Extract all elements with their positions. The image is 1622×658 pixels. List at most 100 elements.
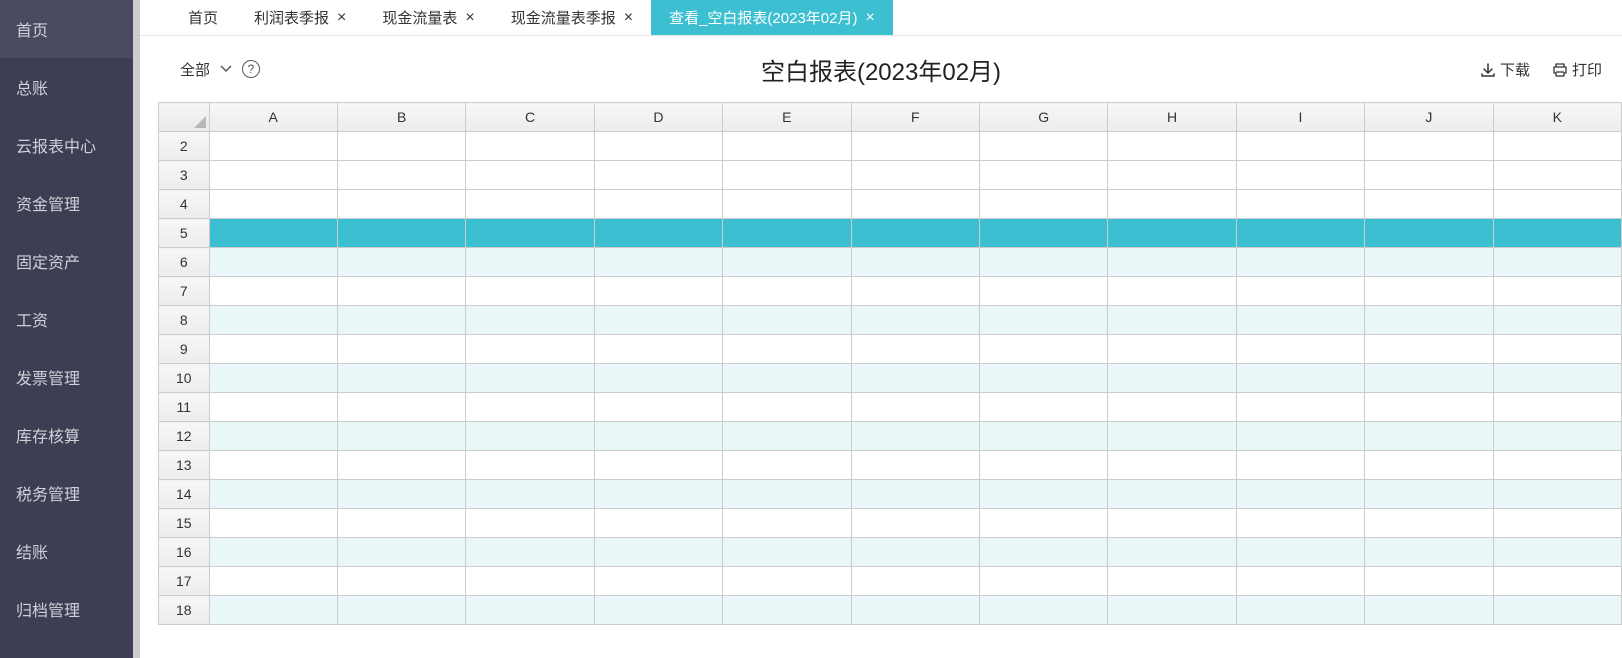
cell[interactable] [723,451,851,480]
cell[interactable] [1365,596,1493,625]
cell[interactable] [979,393,1107,422]
cell[interactable] [851,132,979,161]
cell[interactable] [979,132,1107,161]
cell[interactable] [1365,538,1493,567]
sidebar-item[interactable]: 库存核算 [0,406,133,464]
cell[interactable] [594,509,722,538]
cell[interactable] [209,509,337,538]
cell[interactable] [1108,422,1236,451]
row-header[interactable]: 2 [159,132,210,161]
cell[interactable] [1236,364,1364,393]
cell[interactable] [337,132,465,161]
cell[interactable] [723,161,851,190]
cell[interactable] [466,190,594,219]
cell[interactable] [1236,132,1364,161]
cell[interactable] [594,335,722,364]
cell[interactable] [1236,219,1364,248]
cell[interactable] [337,306,465,335]
cell[interactable] [851,422,979,451]
column-header[interactable]: B [337,103,465,132]
sidebar-item[interactable]: 云报表中心 [0,116,133,174]
sidebar-item[interactable]: 资金管理 [0,174,133,232]
cell[interactable] [1365,277,1493,306]
cell[interactable] [1493,567,1621,596]
cell[interactable] [1365,567,1493,596]
cell[interactable] [1108,480,1236,509]
sidebar-item[interactable]: 首页 [0,0,133,58]
cell[interactable] [1365,422,1493,451]
cell[interactable] [979,451,1107,480]
row-header[interactable]: 3 [159,161,210,190]
cell[interactable] [723,509,851,538]
cell[interactable] [1236,306,1364,335]
cell[interactable] [1108,335,1236,364]
cell[interactable] [337,393,465,422]
column-header[interactable]: G [979,103,1107,132]
cell[interactable] [1236,248,1364,277]
column-header[interactable]: I [1236,103,1364,132]
row-header[interactable]: 5 [159,219,210,248]
cell[interactable] [337,451,465,480]
cell[interactable] [337,596,465,625]
cell[interactable] [851,190,979,219]
tab[interactable]: 利润表季报× [236,0,364,35]
cell[interactable] [209,306,337,335]
cell[interactable] [1236,451,1364,480]
cell[interactable] [466,335,594,364]
sidebar-scrollbar[interactable] [133,0,140,658]
cell[interactable] [979,161,1107,190]
cell[interactable] [723,422,851,451]
column-header[interactable]: H [1108,103,1236,132]
cell[interactable] [1236,393,1364,422]
cell[interactable] [1236,538,1364,567]
cell[interactable] [723,538,851,567]
cell[interactable] [723,596,851,625]
cell[interactable] [209,538,337,567]
cell[interactable] [1493,509,1621,538]
row-header[interactable]: 7 [159,277,210,306]
row-header[interactable]: 14 [159,480,210,509]
cell[interactable] [723,567,851,596]
cell[interactable] [466,480,594,509]
cell[interactable] [979,219,1107,248]
cell[interactable] [851,248,979,277]
cell[interactable] [337,480,465,509]
cell[interactable] [979,364,1107,393]
sidebar-item[interactable]: 发票管理 [0,348,133,406]
cell[interactable] [1236,509,1364,538]
cell[interactable] [723,364,851,393]
row-header[interactable]: 9 [159,335,210,364]
cell[interactable] [337,538,465,567]
cell[interactable] [723,248,851,277]
row-header[interactable]: 6 [159,248,210,277]
close-icon[interactable]: × [865,10,874,26]
sidebar-item[interactable]: 结账 [0,522,133,580]
row-header[interactable]: 15 [159,509,210,538]
cell[interactable] [594,190,722,219]
cell[interactable] [209,161,337,190]
cell[interactable] [337,567,465,596]
cell[interactable] [209,248,337,277]
column-header[interactable]: D [594,103,722,132]
sidebar-item[interactable]: 税务管理 [0,464,133,522]
sidebar-item[interactable]: 小畅报销 [0,638,133,658]
cell[interactable] [1108,306,1236,335]
row-header[interactable]: 17 [159,567,210,596]
cell[interactable] [1493,596,1621,625]
cell[interactable] [979,422,1107,451]
cell[interactable] [594,364,722,393]
cell[interactable] [209,422,337,451]
cell[interactable] [1365,248,1493,277]
cell[interactable] [851,364,979,393]
tab[interactable]: 现金流量表季报× [493,0,651,35]
cell[interactable] [1108,364,1236,393]
cell[interactable] [851,451,979,480]
row-header[interactable]: 10 [159,364,210,393]
cell[interactable] [979,335,1107,364]
cell[interactable] [851,161,979,190]
cell[interactable] [594,596,722,625]
cell[interactable] [466,567,594,596]
cell[interactable] [466,364,594,393]
close-icon[interactable]: × [337,10,346,26]
row-header[interactable]: 4 [159,190,210,219]
